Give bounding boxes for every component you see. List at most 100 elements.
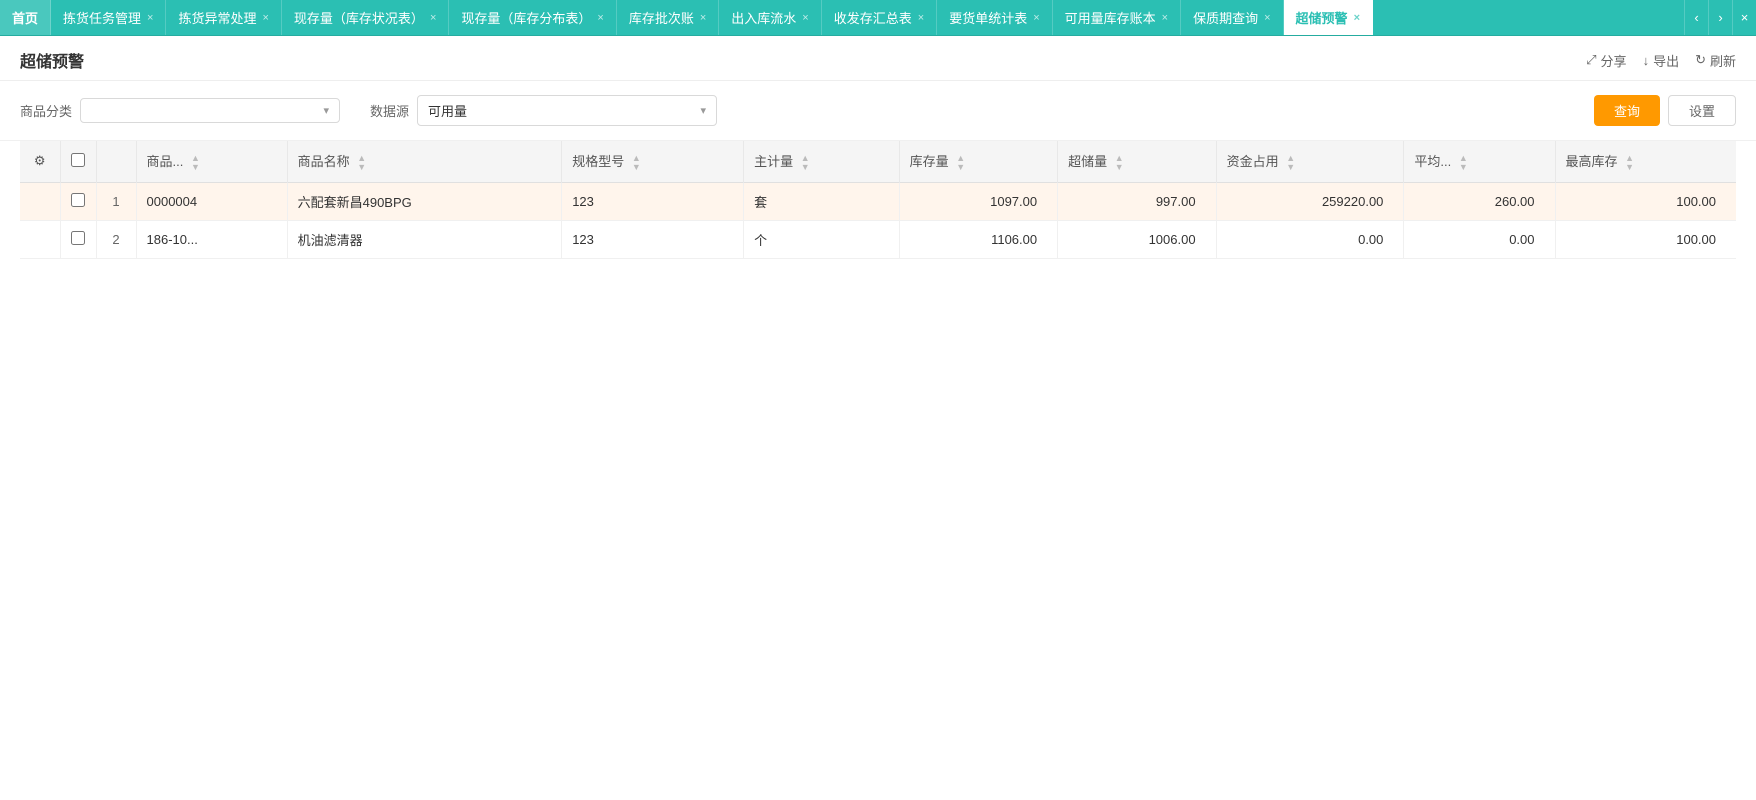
settings-gear-icon[interactable]: ⚙ [34,153,46,168]
datasource-filter: 数据源 可用量 ▾ [370,95,717,126]
table-container: ⚙ 商品... ▲▼ 商品名称 ▲▼ 规格型号 ▲▼ [0,141,1756,259]
nav-item-abnormal[interactable]: 拣货异常处理× [166,0,281,36]
table-row: 1 0000004 六配套新昌490BPG 123 套 1097.00 997.… [20,182,1736,220]
avg-sort[interactable]: ▲▼ [1459,154,1468,172]
nav-close-inventory-dist[interactable]: × [597,12,603,24]
row-spec-1: 123 [562,220,744,258]
row-capital-1: 0.00 [1216,220,1404,258]
header-actions: ⤢ 分享 ↓ 导出 ↻ 刷新 [1586,51,1736,70]
row-checkbox-0[interactable] [71,193,85,207]
nav-close-available-account[interactable]: × [1162,12,1168,24]
datasource-select[interactable]: 可用量 ▾ [417,95,717,126]
nav-item-batch-account[interactable]: 库存批次账× [617,0,719,36]
overstock-sort[interactable]: ▲▼ [1115,154,1124,172]
table-header-row: ⚙ 商品... ▲▼ 商品名称 ▲▼ 规格型号 ▲▼ [20,141,1736,182]
category-select-arrow: ▾ [323,104,329,117]
row-maxstock-1: 100.00 [1555,220,1736,258]
query-button[interactable]: 查询 [1594,95,1660,126]
category-select[interactable]: ▾ [80,98,340,123]
row-checkbox-1[interactable] [71,231,85,245]
nav-item-inventory-dist[interactable]: 现存量（库存分布表）× [449,0,616,36]
nav-item-available-account[interactable]: 可用量库存账本× [1053,0,1181,36]
nav-item-inventory-status[interactable]: 现存量（库存状况表）× [282,0,449,36]
row-capital-0: 259220.00 [1216,182,1404,220]
settings-button[interactable]: 设置 [1668,95,1736,126]
row-maxstock-0: 100.00 [1555,182,1736,220]
stock-header: 库存量 ▲▼ [899,141,1057,182]
row-gear-0 [20,182,60,220]
refresh-icon: ↻ [1695,52,1706,68]
row-stock-1: 1106.00 [899,220,1057,258]
product-code-header: 商品... ▲▼ [136,141,287,182]
nav-close-batch-account[interactable]: × [700,12,706,24]
refresh-button[interactable]: ↻ 刷新 [1695,51,1736,70]
row-product-code-1: 186-10... [136,220,287,258]
product-code-sort[interactable]: ▲▼ [191,154,200,172]
nav-close-task-mgmt[interactable]: × [147,12,153,24]
nav-close-collect-summary[interactable]: × [918,12,924,24]
unit-sort[interactable]: ▲▼ [801,154,810,172]
row-unit-0: 套 [744,182,900,220]
row-overstock-1: 1006.00 [1058,220,1216,258]
capital-sort[interactable]: ▲▼ [1286,154,1295,172]
nav-item-home[interactable]: 首页 [0,0,51,36]
row-stock-0: 1097.00 [899,182,1057,220]
stock-sort[interactable]: ▲▼ [956,154,965,172]
max-stock-sort[interactable]: ▲▼ [1625,154,1634,172]
product-name-header: 商品名称 ▲▼ [287,141,562,182]
unit-header: 主计量 ▲▼ [744,141,900,182]
nav-item-collect-summary[interactable]: 收发存汇总表× [822,0,937,36]
overstock-header: 超储量 ▲▼ [1058,141,1216,182]
nav-close-inout-flow[interactable]: × [802,12,808,24]
row-product-name-1: 机油滤清器 [287,220,562,258]
nav-item-quality-check[interactable]: 保质期查询× [1181,0,1283,36]
data-table: ⚙ 商品... ▲▼ 商品名称 ▲▼ 规格型号 ▲▼ [20,141,1736,259]
nav-item-task-mgmt[interactable]: 拣货任务管理× [51,0,166,36]
nav-close-inventory-status[interactable]: × [430,12,436,24]
max-stock-header: 最高库存 ▲▼ [1555,141,1736,182]
capital-used-header: 资金占用 ▲▼ [1216,141,1404,182]
row-avg-1: 0.00 [1404,220,1555,258]
category-label: 商品分类 [20,101,72,120]
nav-close-abnormal[interactable]: × [262,12,268,24]
nav-item-inout-flow[interactable]: 出入库流水× [719,0,821,36]
category-filter: 商品分类 ▾ [20,98,340,123]
nav-item-order-stats[interactable]: 要货单统计表× [937,0,1052,36]
nav-close-quality-check[interactable]: × [1264,12,1270,24]
nav-close-overstock-warning[interactable]: × [1354,12,1360,24]
row-checkbox-cell-0 [60,182,96,220]
row-gear-1 [20,220,60,258]
select-all-checkbox[interactable] [71,153,85,167]
spec-header: 规格型号 ▲▼ [562,141,744,182]
row-overstock-0: 997.00 [1058,182,1216,220]
share-button[interactable]: ⤢ 分享 [1586,51,1626,70]
export-icon: ↓ [1643,53,1650,68]
row-product-name-0: 六配套新昌490BPG [287,182,562,220]
row-num-0: 1 [96,182,136,220]
share-icon: ⤢ [1586,52,1596,68]
row-product-code-0: 0000004 [136,182,287,220]
avg-header: 平均... ▲▼ [1404,141,1555,182]
row-num-1: 2 [96,220,136,258]
export-button[interactable]: ↓ 导出 [1643,51,1680,70]
spec-sort[interactable]: ▲▼ [632,154,641,172]
product-name-sort[interactable]: ▲▼ [357,154,366,172]
nav-close-arrow[interactable]: × [1732,0,1756,36]
gear-col-header: ⚙ [20,141,60,182]
checkbox-col-header [60,141,96,182]
nav-prev-arrow[interactable]: ‹ [1684,0,1708,36]
nav-item-overstock-warning[interactable]: 超储预警× [1284,0,1373,36]
rownum-header [96,141,136,182]
nav-close-order-stats[interactable]: × [1033,12,1039,24]
row-spec-0: 123 [562,182,744,220]
nav-next-arrow[interactable]: › [1708,0,1732,36]
filter-row: 商品分类 ▾ 数据源 可用量 ▾ 查询 设置 [0,81,1756,141]
filter-actions: 查询 设置 [1594,95,1736,126]
datasource-label: 数据源 [370,101,409,120]
table-row: 2 186-10... 机油滤清器 123 个 1106.00 1006.00 … [20,220,1736,258]
row-checkbox-cell-1 [60,220,96,258]
row-avg-0: 260.00 [1404,182,1555,220]
top-nav: 首页拣货任务管理×拣货异常处理×现存量（库存状况表）×现存量（库存分布表）×库存… [0,0,1756,36]
datasource-arrow: ▾ [701,104,707,117]
datasource-value: 可用量 [428,101,467,120]
